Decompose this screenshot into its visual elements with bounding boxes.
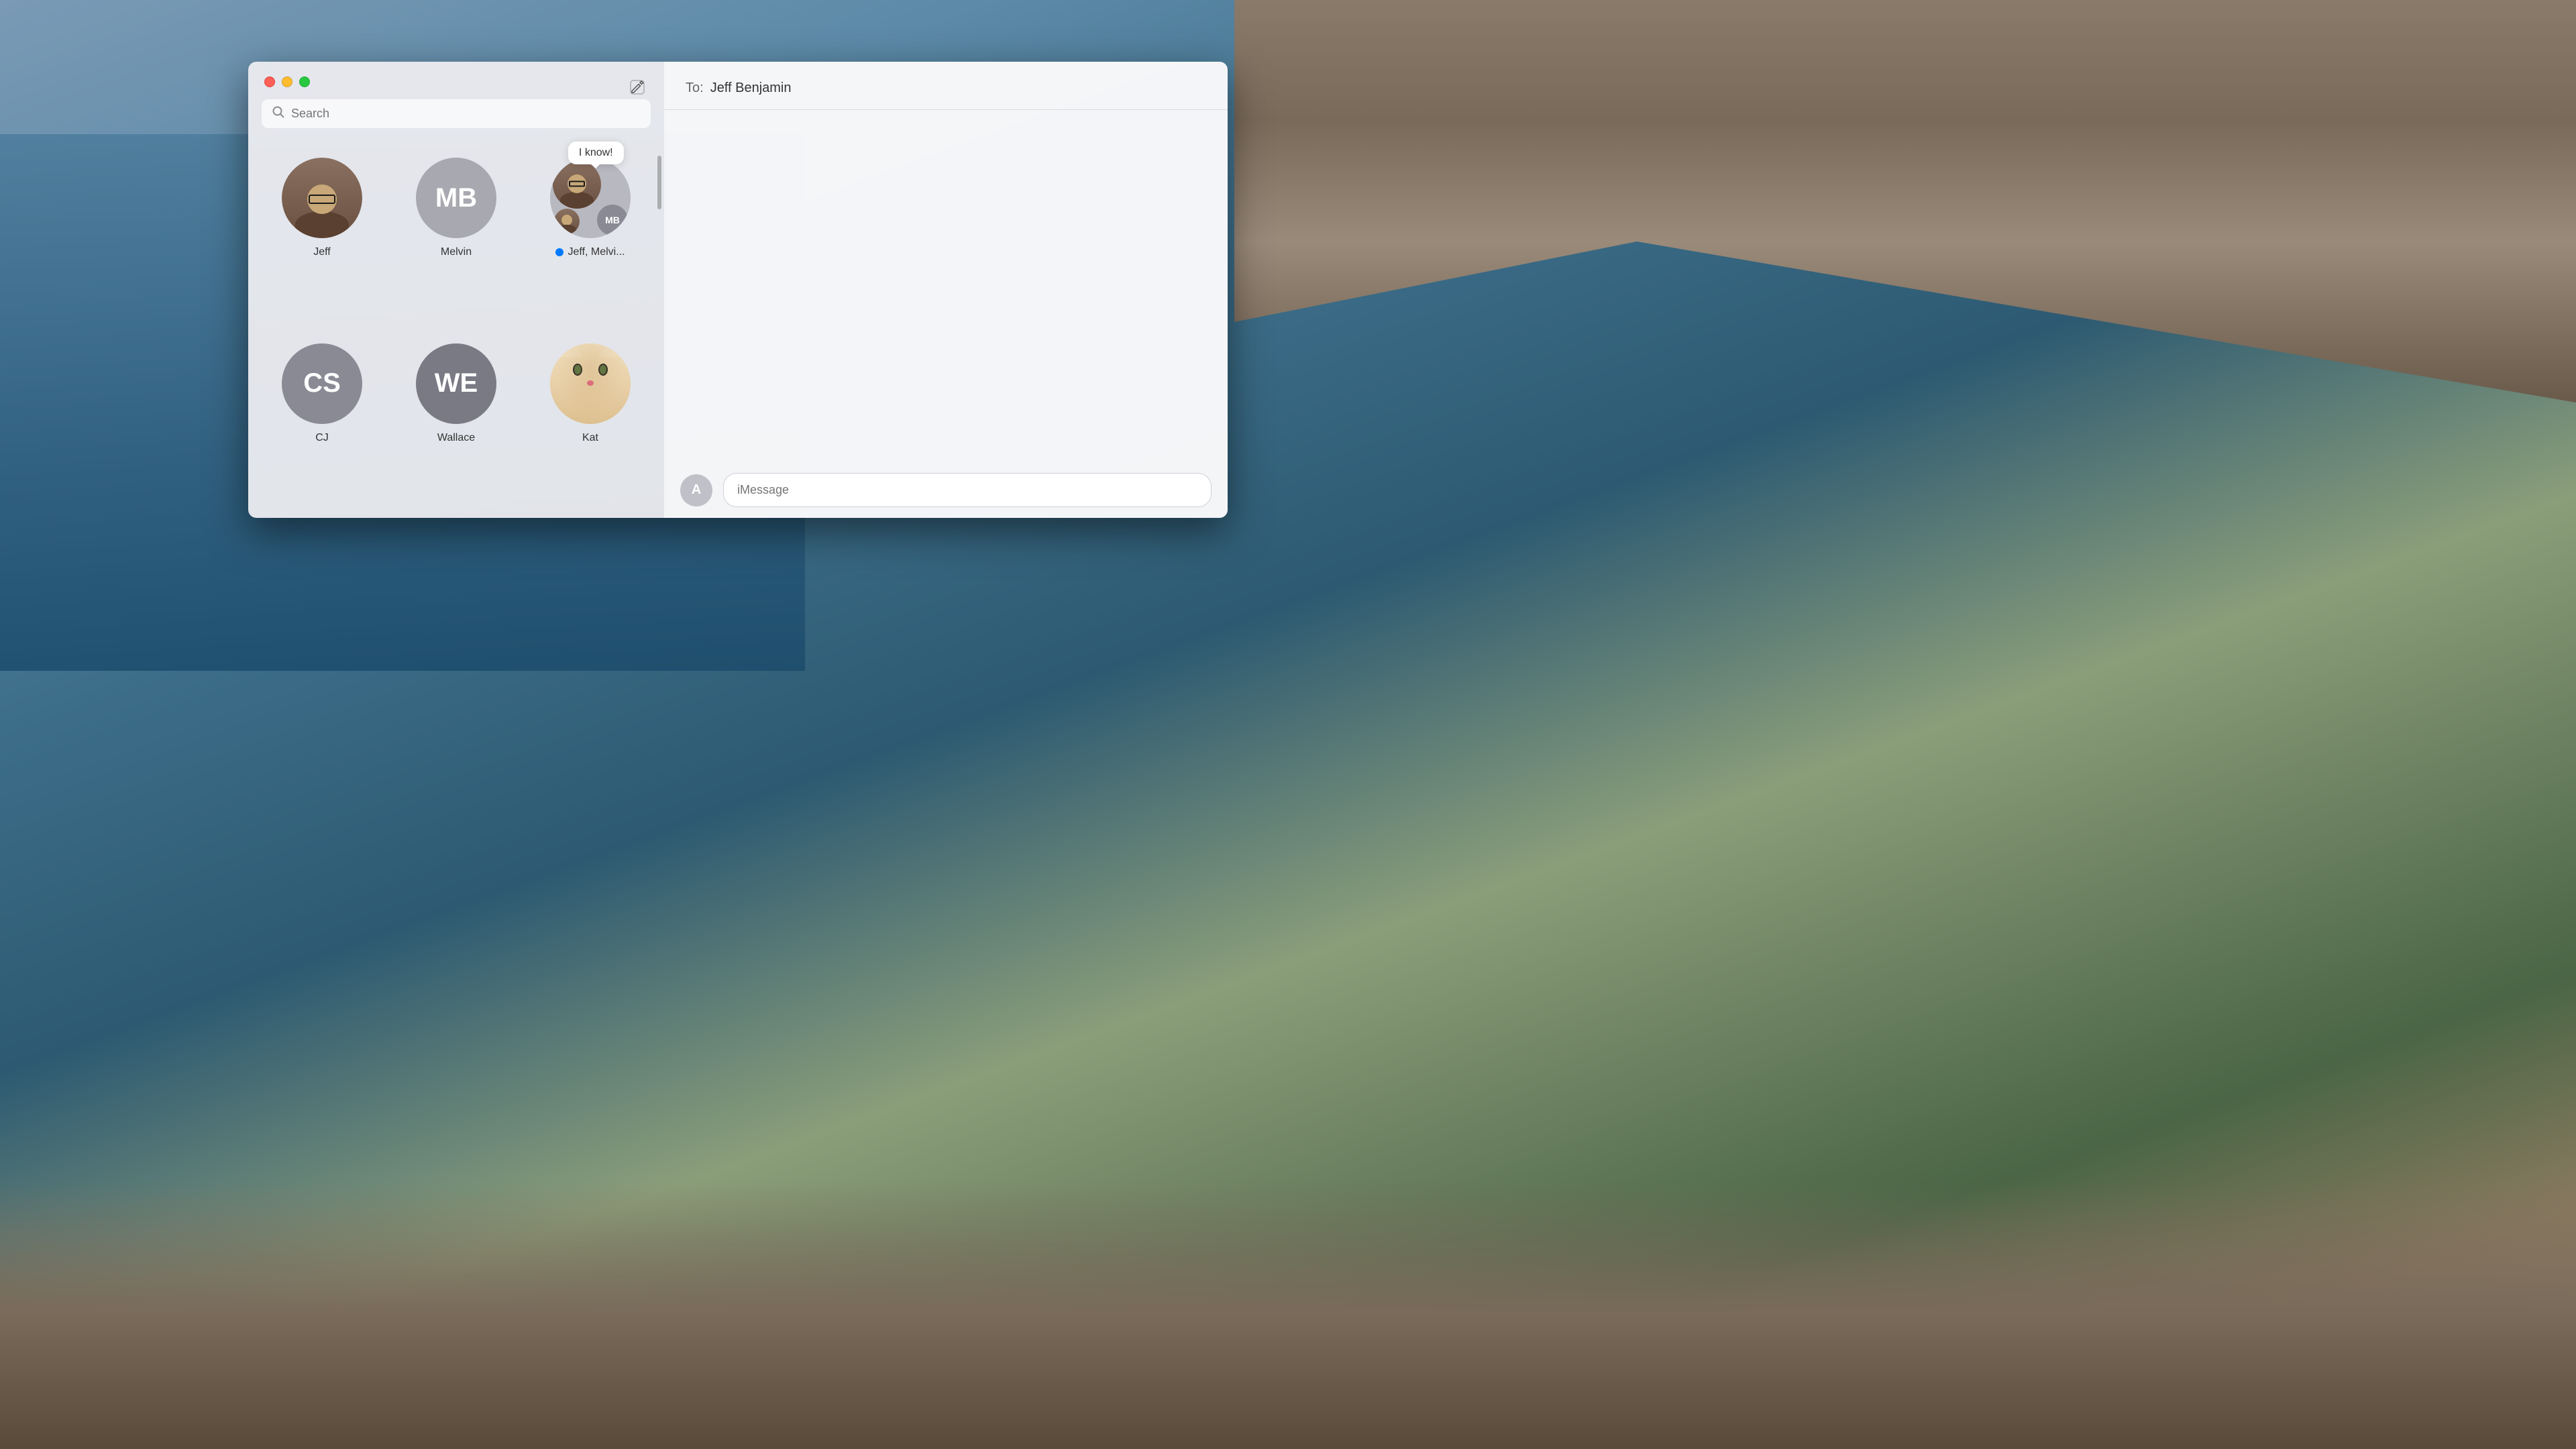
app-store-button[interactable]: A [680,474,712,506]
avatar-jeff [282,158,362,238]
contact-kat[interactable]: Kat [523,333,657,519]
scrollbar[interactable] [657,142,661,511]
imessage-input[interactable] [723,473,1212,507]
compose-panel: To: Jeff Benjamin A [664,62,1228,518]
to-field: To: Jeff Benjamin [686,80,1206,96]
search-icon [272,106,284,121]
search-input[interactable] [291,107,640,121]
group-tooltip: I know! [568,142,624,164]
to-label: To: [686,80,704,96]
avatar-wallace: WE [416,343,496,424]
minimize-button[interactable] [282,76,292,87]
contacts-grid: Jeff MB Melvin I know! [248,140,664,518]
search-bar[interactable] [262,99,651,128]
compose-header: To: Jeff Benjamin [664,62,1228,110]
to-value: Jeff Benjamin [710,80,792,96]
contact-name-melvin: Melvin [441,246,472,258]
avatar-melvin: MB [416,158,496,238]
group-indicator: Jeff, Melvi... [555,246,625,258]
compose-body [664,110,1228,462]
contact-wallace[interactable]: WE Wallace [389,333,523,519]
contact-name-wallace: Wallace [437,432,475,444]
maximize-button[interactable] [299,76,310,87]
traffic-lights [264,76,310,87]
contact-name-cj: CJ [315,432,329,444]
contact-name-jeff: Jeff [313,246,331,258]
contact-cj[interactable]: CS CJ [255,333,389,519]
contact-group[interactable]: I know! MB [523,147,657,333]
contact-name-kat: Kat [582,432,598,444]
messages-window: Jeff MB Melvin I know! [248,62,1228,518]
avatar-kat [550,343,631,424]
contact-melvin[interactable]: MB Melvin [389,147,523,333]
group-mb-badge: MB [597,205,628,235]
avatar-group: MB [550,158,631,238]
contact-jeff[interactable]: Jeff [255,147,389,333]
compose-button[interactable] [627,76,648,98]
scrollbar-thumb [657,156,661,209]
titlebar [248,62,664,99]
close-button[interactable] [264,76,275,87]
avatar-cj: CS [282,343,362,424]
unread-dot [555,248,564,256]
desktop-rocks-bottom [0,1181,2576,1449]
contact-name-group: Jeff, Melvi... [568,246,625,258]
compose-footer: A [664,462,1228,518]
sidebar: Jeff MB Melvin I know! [248,62,664,518]
